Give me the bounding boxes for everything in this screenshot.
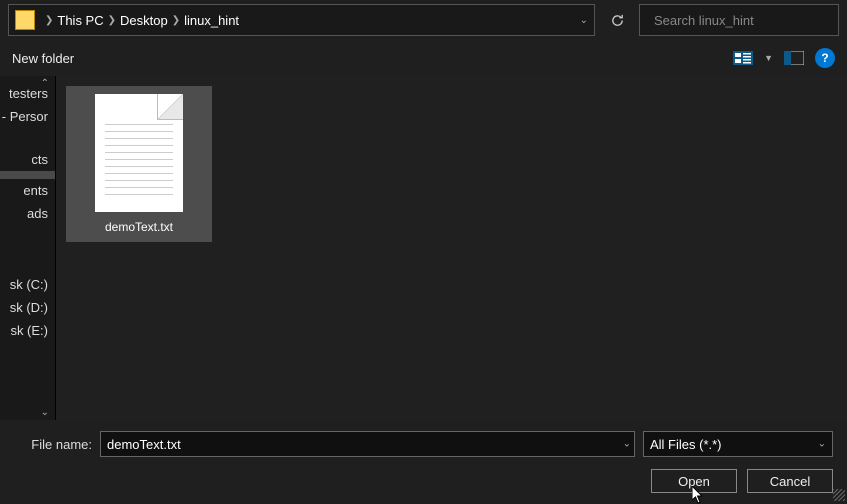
help-button[interactable]: ? <box>815 48 835 68</box>
sidebar-item[interactable]: ads <box>0 202 56 225</box>
address-bar[interactable]: ❯ This PC ❯ Desktop ❯ linux_hint ⌄ <box>8 4 595 36</box>
breadcrumb-thispc[interactable]: This PC <box>57 13 103 28</box>
folder-icon <box>15 10 35 30</box>
file-list-area[interactable]: demoText.txt <box>56 76 847 420</box>
address-history-dropdown[interactable]: ⌄ <box>580 15 588 26</box>
open-button[interactable]: Open <box>651 469 737 493</box>
search-input[interactable] <box>654 13 830 28</box>
view-dropdown-icon[interactable]: ▼ <box>764 53 773 63</box>
file-name-label: demoText.txt <box>105 220 173 234</box>
search-box[interactable] <box>639 4 839 36</box>
filename-input[interactable] <box>100 431 635 457</box>
filename-label: File name: <box>14 437 92 452</box>
chevron-down-icon: ⌄ <box>818 439 826 450</box>
navigation-tree[interactable]: ⌃ testers - Persor cts ents ads sk (C:) … <box>0 76 56 420</box>
file-type-filter[interactable]: All Files (*.*) ⌄ <box>643 431 833 457</box>
scroll-up-icon[interactable]: ⌃ <box>41 78 49 89</box>
breadcrumb-desktop[interactable]: Desktop <box>120 13 168 28</box>
filename-history-dropdown[interactable]: ⌄ <box>623 439 631 450</box>
preview-pane-button[interactable] <box>783 49 805 67</box>
scroll-down-icon[interactable]: ⌄ <box>41 407 49 418</box>
sidebar-item-selected[interactable] <box>0 171 56 179</box>
sidebar-item[interactable]: cts <box>0 148 56 171</box>
refresh-button[interactable] <box>603 6 631 34</box>
cancel-button[interactable]: Cancel <box>747 469 833 493</box>
file-thumbnail-icon <box>95 94 183 212</box>
chevron-right-icon: ❯ <box>172 15 180 26</box>
view-mode-button[interactable] <box>732 49 754 67</box>
new-folder-button[interactable]: New folder <box>12 51 74 66</box>
chevron-right-icon: ❯ <box>108 15 116 26</box>
sidebar-item[interactable]: sk (C:) <box>0 273 56 296</box>
sidebar-item[interactable]: sk (E:) <box>0 319 56 342</box>
sidebar-item[interactable]: ents <box>0 179 56 202</box>
resize-grip[interactable] <box>833 489 845 501</box>
breadcrumb-folder[interactable]: linux_hint <box>184 13 239 28</box>
file-item[interactable]: demoText.txt <box>66 86 212 242</box>
filter-label: All Files (*.*) <box>650 437 722 452</box>
sidebar-item[interactable]: sk (D:) <box>0 296 56 319</box>
chevron-right-icon: ❯ <box>45 15 53 26</box>
sidebar-item[interactable]: - Persor <box>0 105 56 128</box>
